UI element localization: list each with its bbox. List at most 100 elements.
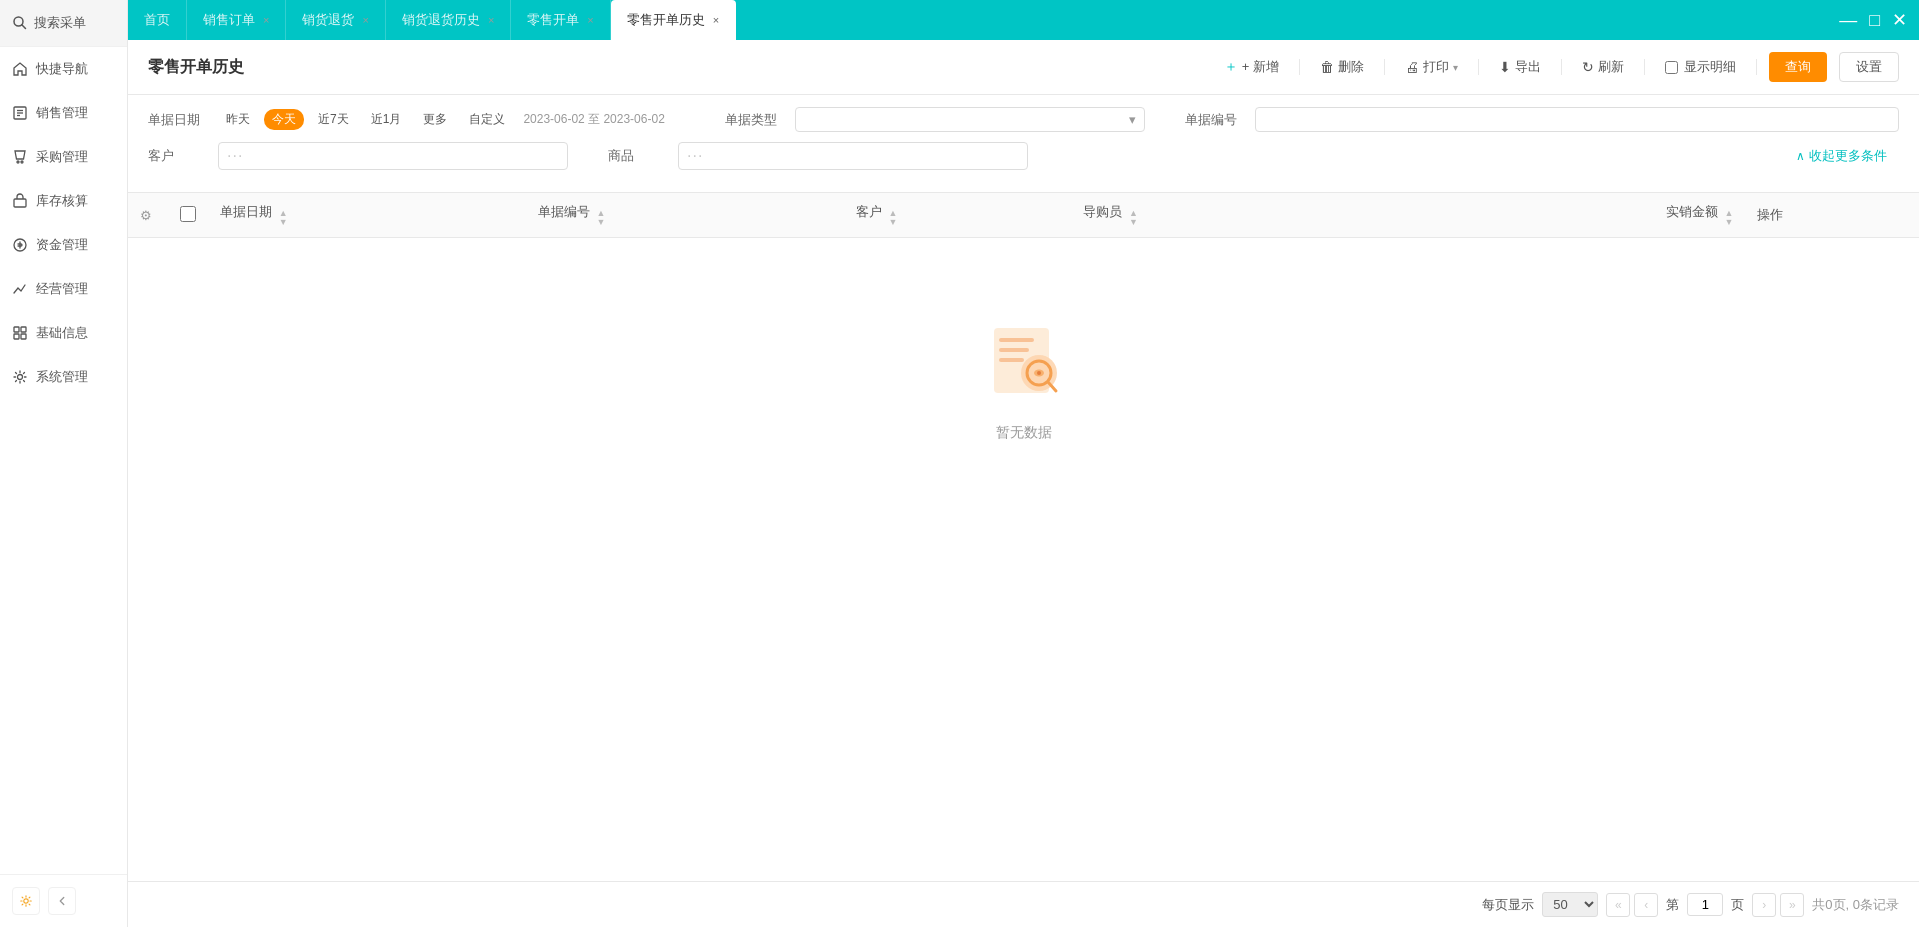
date-7days-btn[interactable]: 近7天 [310,109,357,130]
content-area: 零售开单历史 ＋ + 新增 🗑 删除 🖨 打印 ▾ [128,40,1919,927]
search-icon [12,15,28,31]
empty-state: 暂无数据 [128,238,1919,522]
tab-close-icon[interactable]: × [587,14,593,26]
select-all-checkbox[interactable] [180,206,196,222]
svg-rect-18 [999,348,1029,352]
sidebar-item-purchase-mgmt[interactable]: 采购管理 [0,135,127,179]
sidebar-item-system[interactable]: 系统管理 [0,355,127,399]
prev-page-btn[interactable]: ‹ [1634,893,1658,917]
collapse-button[interactable]: ∧ 收起更多条件 [1784,143,1899,169]
type-filter-dropdown[interactable]: ▾ [795,107,1145,132]
table-settings-btn[interactable]: ⚙ [140,208,152,223]
settings-bottom-btn[interactable] [12,887,40,915]
goods-filter-label: 商品 [608,147,678,165]
tab-close-icon[interactable]: × [713,14,719,26]
svg-rect-10 [14,327,19,332]
divider [1756,59,1757,75]
sidebar-item-label: 快捷导航 [36,60,88,78]
show-detail-checkbox[interactable] [1665,61,1678,74]
tab-retail-open-history[interactable]: 零售开单历史 × [611,0,736,40]
tab-close-icon[interactable]: × [488,14,494,26]
query-button[interactable]: 查询 [1769,52,1827,82]
sidebar-item-label: 销售管理 [36,104,88,122]
table-col-number[interactable]: 单据编号 ▲▼ [526,193,844,238]
sidebar-item-label: 经营管理 [36,280,88,298]
sort-arrows-icon: ▲▼ [1129,209,1138,227]
svg-line-1 [22,25,26,29]
table-col-amount[interactable]: 实销金额 ▲▼ [1427,193,1745,238]
minimize-icon[interactable]: — [1839,10,1857,31]
svg-rect-11 [21,327,26,332]
date-more-btn[interactable]: 更多 [415,109,455,130]
tab-sales-order[interactable]: 销售订单 × [187,0,286,40]
refresh-button[interactable]: ↻ 刷新 [1574,54,1632,80]
pagination: 每页显示 50 100 200 « ‹ 第 页 › » 共0页, 0条记录 [128,881,1919,927]
tab-retail-open[interactable]: 零售开单 × [511,0,610,40]
close-icon[interactable]: ✕ [1892,9,1907,31]
tab-sales-return[interactable]: 销货退货 × [286,0,385,40]
page-input[interactable] [1687,893,1723,916]
number-filter-input[interactable] [1255,107,1899,132]
next-page-btn[interactable]: › [1752,893,1776,917]
page-nav: « ‹ 第 页 › » [1606,893,1804,917]
header-actions: ＋ + 新增 🗑 删除 🖨 打印 ▾ ⬇ 导出 [1216,52,1899,82]
sort-arrows-icon: ▲▼ [279,209,288,227]
page-title: 零售开单历史 [148,57,244,78]
sidebar-bottom [0,874,127,927]
divider [1299,59,1300,75]
date-yesterday-btn[interactable]: 昨天 [218,109,258,130]
purchase-icon [12,149,28,165]
date-today-btn[interactable]: 今天 [264,109,304,130]
sidebar-item-operations[interactable]: 经营管理 [0,267,127,311]
collapse-sidebar-btn[interactable] [48,887,76,915]
maximize-icon[interactable]: □ [1869,10,1880,31]
customer-filter[interactable]: ··· [218,142,568,170]
add-button[interactable]: ＋ + 新增 [1216,54,1287,80]
number-filter-label: 单据编号 [1185,111,1255,129]
goods-filter[interactable]: ··· [678,142,1028,170]
tab-close-icon[interactable]: × [362,14,368,26]
svg-rect-13 [21,334,26,339]
home-icon [12,61,28,77]
empty-text: 暂无数据 [996,424,1052,442]
table-col-date[interactable]: 单据日期 ▲▼ [208,193,526,238]
sidebar-item-label: 采购管理 [36,148,88,166]
sidebar-item-quick-nav[interactable]: 快捷导航 [0,47,127,91]
sidebar-item-label: 资金管理 [36,236,88,254]
tab-home[interactable]: 首页 [128,0,187,40]
show-detail-button[interactable]: 显示明细 [1657,54,1744,80]
tab-sales-return-history[interactable]: 销货退货历史 × [386,0,511,40]
basic-info-icon [12,325,28,341]
customer-placeholder: ··· [227,147,243,165]
sidebar-item-finance[interactable]: 资金管理 [0,223,127,267]
date-filter-label: 单据日期 [148,111,218,129]
per-page-select[interactable]: 50 100 200 [1542,892,1598,917]
tab-retail-open-history-label: 零售开单历史 [627,11,705,29]
sidebar-item-basic-info[interactable]: 基础信息 [0,311,127,355]
last-page-btn[interactable]: » [1780,893,1804,917]
tab-close-icon[interactable]: × [263,14,269,26]
table-header-row: ⚙ 单据日期 ▲▼ 单据编号 ▲▼ [128,193,1919,238]
divider [1384,59,1385,75]
svg-point-15 [24,899,28,903]
first-page-btn[interactable]: « [1606,893,1630,917]
type-filter-label: 单据类型 [725,111,795,129]
date-1month-btn[interactable]: 近1月 [363,109,410,130]
sidebar-item-inventory[interactable]: 库存核算 [0,179,127,223]
print-arrow-icon: ▾ [1453,62,1458,73]
tab-sales-order-label: 销售订单 [203,11,255,29]
sidebar-search[interactable]: 搜索采单 [0,0,127,47]
table-settings-col: ⚙ [128,193,168,238]
table-col-customer[interactable]: 客户 ▲▼ [844,193,1072,238]
table-col-guide[interactable]: 导购员 ▲▼ [1071,193,1344,238]
sidebar-item-label: 系统管理 [36,368,88,386]
page-end-label: 页 [1731,896,1744,914]
sort-arrows-icon: ▲▼ [597,209,606,227]
settings-button[interactable]: 设置 [1839,52,1899,82]
date-custom-btn[interactable]: 自定义 [461,109,513,130]
print-button[interactable]: 🖨 打印 ▾ [1397,54,1466,80]
sidebar-item-sales-mgmt[interactable]: 销售管理 [0,91,127,135]
collapse-arrow-icon: ∧ [1796,149,1805,163]
export-button[interactable]: ⬇ 导出 [1491,54,1549,80]
delete-button[interactable]: 🗑 删除 [1312,54,1372,80]
